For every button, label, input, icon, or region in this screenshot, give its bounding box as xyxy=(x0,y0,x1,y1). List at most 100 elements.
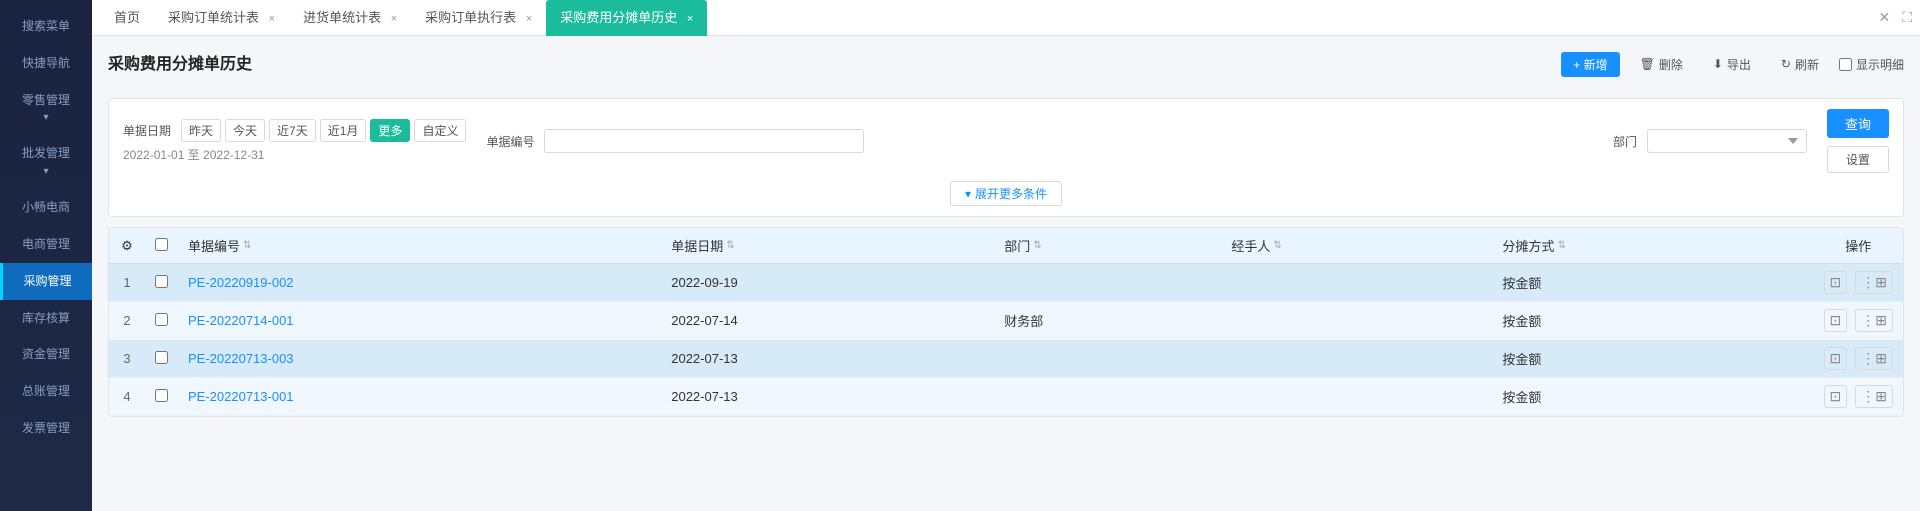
row-split-method: 按金额 xyxy=(1492,264,1813,302)
tab-close-purchase-order-exec[interactable]: × xyxy=(526,13,532,25)
add-button[interactable]: + 新增 xyxy=(1561,52,1619,77)
main-area: 首页 采购订单统计表 × 进货单统计表 × 采购订单执行表 × 采购费用分摊单历… xyxy=(92,0,1920,511)
row-dept xyxy=(994,264,1221,302)
col-order-no[interactable]: 单据编号 ⇅ xyxy=(178,228,661,264)
sidebar-item-inventory[interactable]: 库存核算 xyxy=(0,300,92,337)
filter-row-1: 单据日期 昨天 今天 近7天 近1月 更多 自定义 2022-01-01 至 2… xyxy=(123,109,1889,173)
date-filter-label: 单据日期 xyxy=(123,122,171,139)
row-checkbox[interactable] xyxy=(155,275,168,288)
col-gear[interactable]: ⚙ xyxy=(109,228,145,264)
row-checkbox[interactable] xyxy=(155,389,168,402)
expand-more-row: ▾ 展开更多条件 xyxy=(123,181,1889,206)
sidebar-item-miniapp[interactable]: 小畅电商 xyxy=(0,189,92,226)
sidebar-item-purchase[interactable]: 采购管理 xyxy=(0,263,92,300)
sidebar-item-search[interactable]: 搜索菜单 xyxy=(0,8,92,45)
row-checkbox-cell[interactable] xyxy=(145,340,178,378)
table-row: 4 PE-20220713-001 2022-07-13 按金额 ⊡ ⋮⊞ xyxy=(109,378,1903,416)
order-no-link[interactable]: PE-20220919-002 xyxy=(188,275,294,290)
row-actions: ⊡ ⋮⊞ xyxy=(1814,302,1903,340)
row-num: 3 xyxy=(109,340,145,378)
date-btn-1month[interactable]: 近1月 xyxy=(320,119,367,142)
col-actions: 操作 xyxy=(1814,228,1903,264)
show-cols-checkbox-label[interactable]: 显示明细 xyxy=(1839,56,1904,73)
tab-bar: 首页 采购订单统计表 × 进货单统计表 × 采购订单执行表 × 采购费用分摊单历… xyxy=(92,0,1920,36)
tab-purchase-goods-stats[interactable]: 进货单统计表 × xyxy=(289,0,411,36)
sidebar: 搜索菜单 快捷导航 零售管理 ▾ 批发管理 ▾ 小畅电商 电商管理 采购管理 库… xyxy=(0,0,92,511)
edit-icon[interactable]: ⊡ xyxy=(1824,347,1848,370)
sort-icon-split-method: ⇅ xyxy=(1557,240,1565,251)
edit-icon[interactable]: ⊡ xyxy=(1824,385,1848,408)
row-order-no: PE-20220714-001 xyxy=(178,302,661,340)
more-icon[interactable]: ⋮⊞ xyxy=(1855,309,1893,332)
row-split-method: 按金额 xyxy=(1492,340,1813,378)
date-btn-7days[interactable]: 近7天 xyxy=(269,119,316,142)
sidebar-item-shortcut[interactable]: 快捷导航 xyxy=(0,45,92,82)
more-icon[interactable]: ⋮⊞ xyxy=(1855,347,1893,370)
select-all-checkbox[interactable] xyxy=(155,238,168,251)
query-button[interactable]: 查询 xyxy=(1827,109,1889,138)
close-window-icon[interactable]: ✕ xyxy=(1878,9,1890,26)
row-checkbox-cell[interactable] xyxy=(145,302,178,340)
row-checkbox-cell[interactable] xyxy=(145,378,178,416)
row-num: 2 xyxy=(109,302,145,340)
tab-close-purchase-goods-stats[interactable]: × xyxy=(391,13,397,25)
row-date: 2022-09-19 xyxy=(661,264,994,302)
dept-label: 部门 xyxy=(1613,133,1637,150)
tab-home[interactable]: 首页 xyxy=(100,0,154,36)
row-dept xyxy=(994,340,1221,378)
export-button[interactable]: ⬇ 导出 xyxy=(1703,52,1761,77)
tab-purchase-order-stats[interactable]: 采购订单统计表 × xyxy=(154,0,289,36)
date-btn-yesterday[interactable]: 昨天 xyxy=(181,119,221,142)
tab-close-purchase-order-stats[interactable]: × xyxy=(269,13,275,25)
row-date: 2022-07-14 xyxy=(661,302,994,340)
sidebar-item-finance[interactable]: 资金管理 xyxy=(0,336,92,373)
more-icon[interactable]: ⋮⊞ xyxy=(1855,385,1893,408)
show-cols-checkbox[interactable] xyxy=(1839,58,1852,71)
expand-window-icon[interactable]: ⛶ xyxy=(1902,9,1912,26)
col-handler[interactable]: 经手人 ⇅ xyxy=(1221,228,1492,264)
row-checkbox-cell[interactable] xyxy=(145,264,178,302)
date-quick-buttons: 昨天 今天 近7天 近1月 更多 自定义 xyxy=(181,119,466,142)
sidebar-item-ecommerce[interactable]: 电商管理 xyxy=(0,226,92,263)
row-order-no: PE-20220713-003 xyxy=(178,340,661,378)
date-btn-more[interactable]: 更多 xyxy=(370,119,410,142)
export-icon: ⬇ xyxy=(1713,57,1723,71)
row-dept xyxy=(994,378,1221,416)
order-no-link[interactable]: PE-20220713-001 xyxy=(188,389,294,404)
settings-button[interactable]: 设置 xyxy=(1827,146,1889,173)
dept-select[interactable]: 财务部 xyxy=(1647,129,1807,153)
more-icon[interactable]: ⋮⊞ xyxy=(1855,271,1893,294)
edit-icon[interactable]: ⊡ xyxy=(1824,309,1848,332)
table-row: 3 PE-20220713-003 2022-07-13 按金额 ⊡ ⋮⊞ xyxy=(109,340,1903,378)
delete-button[interactable]: 🗑 删除 xyxy=(1630,52,1693,77)
col-date[interactable]: 单据日期 ⇅ xyxy=(661,228,994,264)
date-btn-custom[interactable]: 自定义 xyxy=(414,119,466,142)
row-checkbox[interactable] xyxy=(155,313,168,326)
date-range-display: 2022-01-01 至 2022-12-31 xyxy=(123,146,466,163)
chevron-down-icon: ▾ xyxy=(43,166,48,177)
tab-purchase-order-exec[interactable]: 采购订单执行表 × xyxy=(411,0,546,36)
expand-more-button[interactable]: ▾ 展开更多条件 xyxy=(950,181,1062,206)
order-no-filter: 单据编号 xyxy=(486,129,1593,153)
sidebar-item-retail[interactable]: 零售管理 ▾ xyxy=(0,82,92,136)
row-actions: ⊡ ⋮⊞ xyxy=(1814,378,1903,416)
tab-purchase-cost-history[interactable]: 采购费用分摊单历史 × xyxy=(546,0,707,36)
sidebar-item-invoice[interactable]: 发票管理 xyxy=(0,410,92,447)
row-checkbox[interactable] xyxy=(155,351,168,364)
order-no-input[interactable] xyxy=(544,129,864,153)
chevron-down-icon: ▾ xyxy=(43,112,48,123)
row-order-no: PE-20220919-002 xyxy=(178,264,661,302)
refresh-button[interactable]: ↻ 刷新 xyxy=(1771,52,1829,77)
order-no-link[interactable]: PE-20220714-001 xyxy=(188,313,294,328)
edit-icon[interactable]: ⊡ xyxy=(1824,271,1848,294)
col-dept[interactable]: 部门 ⇅ xyxy=(994,228,1221,264)
order-no-link[interactable]: PE-20220713-003 xyxy=(188,351,294,366)
sidebar-item-accounting[interactable]: 总账管理 xyxy=(0,373,92,410)
toolbar: + 新增 🗑 删除 ⬇ 导出 ↻ 刷新 显示明细 xyxy=(1561,52,1904,77)
date-btn-today[interactable]: 今天 xyxy=(225,119,265,142)
tab-close-purchase-cost-history[interactable]: × xyxy=(687,13,693,25)
dept-filter: 部门 财务部 xyxy=(1613,129,1807,153)
sidebar-item-wholesale[interactable]: 批发管理 ▾ xyxy=(0,135,92,189)
sort-icon-date: ⇅ xyxy=(726,240,734,251)
col-split-method[interactable]: 分摊方式 ⇅ xyxy=(1492,228,1813,264)
